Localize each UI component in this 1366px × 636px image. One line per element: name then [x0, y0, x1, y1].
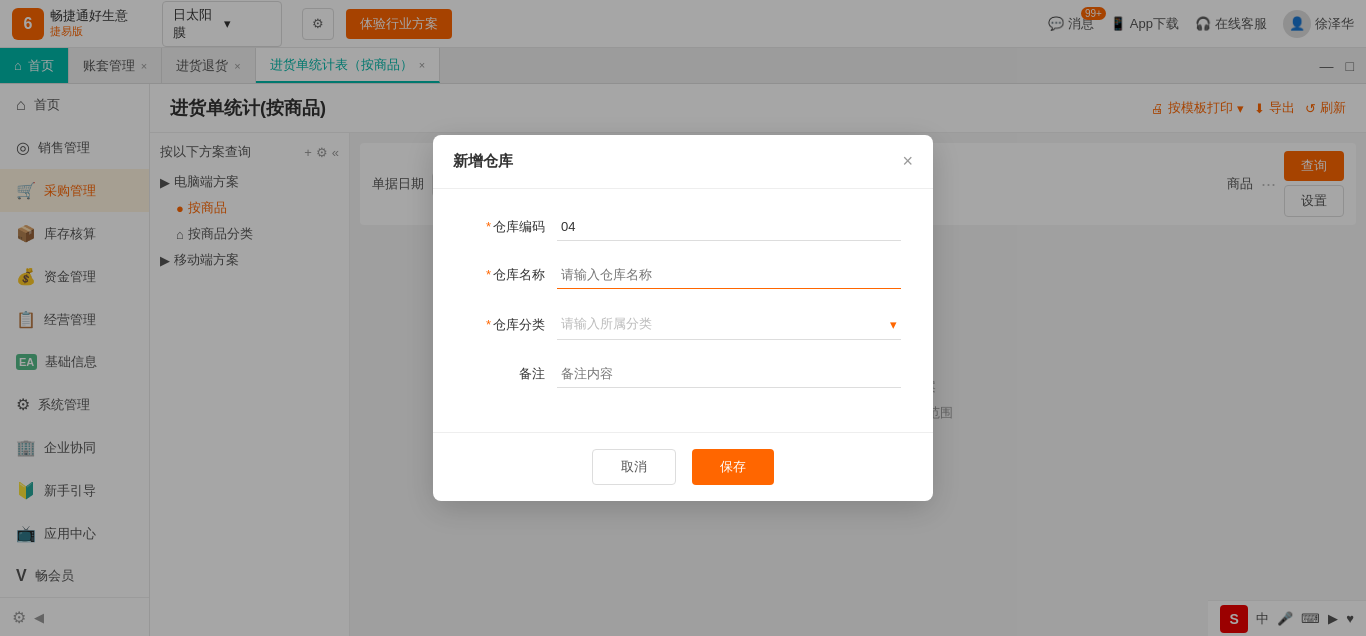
required-mark: * [486, 317, 491, 332]
warehouse-code-input[interactable] [557, 213, 901, 241]
warehouse-name-input[interactable] [557, 261, 901, 289]
dialog-footer: 取消 保存 [433, 432, 933, 501]
required-mark: * [486, 267, 491, 282]
save-button[interactable]: 保存 [692, 449, 774, 485]
form-row-code: *仓库编码 [465, 213, 901, 241]
dialog-body: *仓库编码 *仓库名称 *仓库分类 请输入所属分类 ▾ [433, 189, 933, 432]
chevron-down-icon: ▾ [890, 317, 897, 332]
warehouse-remark-input[interactable] [557, 360, 901, 388]
form-row-name: *仓库名称 [465, 261, 901, 289]
code-label: *仓库编码 [465, 218, 545, 236]
dialog-header: 新增仓库 × [433, 135, 933, 189]
category-label: *仓库分类 [465, 316, 545, 334]
dialog-close-button[interactable]: × [902, 151, 913, 172]
remark-label: 备注 [465, 365, 545, 383]
form-row-remark: 备注 [465, 360, 901, 388]
dialog-title: 新增仓库 [453, 152, 513, 171]
cancel-button[interactable]: 取消 [592, 449, 676, 485]
add-warehouse-dialog: 新增仓库 × *仓库编码 *仓库名称 *仓库分类 [433, 135, 933, 501]
required-mark: * [486, 219, 491, 234]
category-placeholder: 请输入所属分类 [561, 315, 652, 333]
warehouse-category-select[interactable]: 请输入所属分类 ▾ [557, 309, 901, 340]
modal-overlay: 新增仓库 × *仓库编码 *仓库名称 *仓库分类 [0, 0, 1366, 636]
name-label: *仓库名称 [465, 266, 545, 284]
form-row-category: *仓库分类 请输入所属分类 ▾ [465, 309, 901, 340]
